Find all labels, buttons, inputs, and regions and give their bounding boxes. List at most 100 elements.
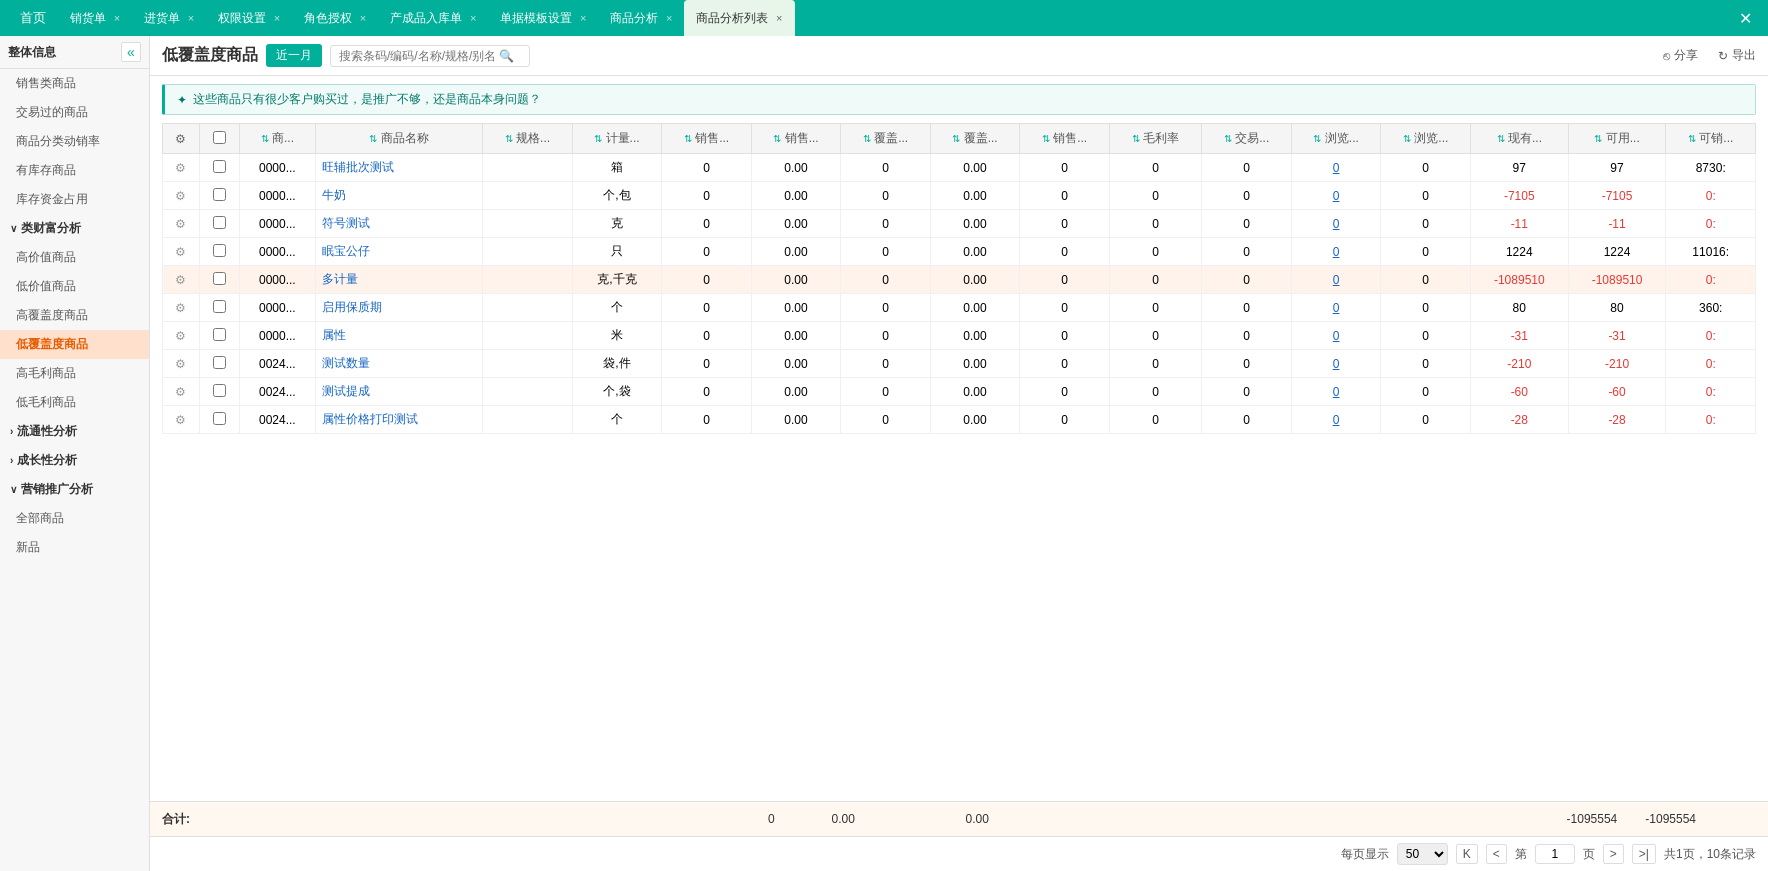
nav-analysis-list[interactable]: 商品分析列表 × (684, 0, 794, 36)
nav-home[interactable]: 首页 (8, 0, 58, 36)
sidebar-item-high-coverage[interactable]: 高覆盖度商品 (0, 301, 149, 330)
nav-close-roles[interactable]: × (360, 12, 366, 24)
first-page-button[interactable]: K (1456, 844, 1478, 864)
row-settings-7[interactable]: ⚙ (163, 350, 200, 378)
nav-close-analysis-list[interactable]: × (776, 12, 782, 24)
per-page-select[interactable]: 50 20 100 (1397, 843, 1448, 865)
sidebar-group-liquidity[interactable]: › 流通性分析 (0, 417, 149, 446)
row-checkbox-4[interactable] (199, 266, 239, 294)
page-number-input[interactable] (1535, 844, 1575, 864)
row-settings-0[interactable]: ⚙ (163, 154, 200, 182)
export-action[interactable]: ↻ 导出 (1718, 47, 1756, 64)
row-name-3[interactable]: 眠宝公仔 (315, 238, 482, 266)
col-sales3[interactable]: ⇅ 销售... (1020, 124, 1110, 154)
row-settings-5[interactable]: ⚙ (163, 294, 200, 322)
row-settings-3[interactable]: ⚙ (163, 238, 200, 266)
window-close-button[interactable]: ✕ (1730, 3, 1760, 33)
row-settings-1[interactable]: ⚙ (163, 182, 200, 210)
sidebar-item-category-rate[interactable]: 商品分类动销率 (0, 127, 149, 156)
col-cover2[interactable]: ⇅ 覆盖... (930, 124, 1020, 154)
row-settings-6[interactable]: ⚙ (163, 322, 200, 350)
row-browse1-8[interactable]: 0 (1291, 378, 1381, 406)
row-settings-8[interactable]: ⚙ (163, 378, 200, 406)
col-settings[interactable]: ⚙ (163, 124, 200, 154)
row-name-9[interactable]: 属性价格打印测试 (315, 406, 482, 434)
nav-sales[interactable]: 销货单 × (58, 0, 132, 36)
select-all-checkbox[interactable] (213, 131, 226, 144)
row-browse1-0[interactable]: 0 (1291, 154, 1381, 182)
row-name-5[interactable]: 启用保质期 (315, 294, 482, 322)
nav-analysis[interactable]: 商品分析 × (598, 0, 684, 36)
row-browse1-2[interactable]: 0 (1291, 210, 1381, 238)
sidebar-item-new-goods[interactable]: 新品 (0, 533, 149, 562)
row-name-7[interactable]: 测试数量 (315, 350, 482, 378)
row-browse1-4[interactable]: 0 (1291, 266, 1381, 294)
row-name-6[interactable]: 属性 (315, 322, 482, 350)
row-name-2[interactable]: 符号测试 (315, 210, 482, 238)
row-browse1-1[interactable]: 0 (1291, 182, 1381, 210)
nav-close-perms[interactable]: × (274, 12, 280, 24)
row-checkbox-5[interactable] (199, 294, 239, 322)
nav-close-purchase[interactable]: × (188, 12, 194, 24)
sidebar-item-capital[interactable]: 库存资金占用 (0, 185, 149, 214)
sidebar-item-all-goods[interactable]: 全部商品 (0, 504, 149, 533)
col-cover1[interactable]: ⇅ 覆盖... (841, 124, 931, 154)
nav-perms[interactable]: 权限设置 × (206, 0, 292, 36)
nav-close-template[interactable]: × (580, 12, 586, 24)
sidebar-item-high-margin[interactable]: 高毛利商品 (0, 359, 149, 388)
sidebar-group-growth[interactable]: › 成长性分析 (0, 446, 149, 475)
search-icon[interactable]: 🔍 (499, 49, 514, 63)
nav-product-stock[interactable]: 产成品入库单 × (378, 0, 488, 36)
row-checkbox-8[interactable] (199, 378, 239, 406)
col-trade[interactable]: ⇅ 交易... (1202, 124, 1292, 154)
col-code[interactable]: ⇅ 商... (239, 124, 315, 154)
nav-purchase[interactable]: 进货单 × (132, 0, 206, 36)
col-browse1[interactable]: ⇅ 浏览... (1291, 124, 1381, 154)
sidebar-item-low-value[interactable]: 低价值商品 (0, 272, 149, 301)
col-sales1[interactable]: ⇅ 销售... (662, 124, 752, 154)
last-page-button[interactable]: >| (1632, 844, 1656, 864)
sidebar-item-sales-goods[interactable]: 销售类商品 (0, 69, 149, 98)
row-browse1-5[interactable]: 0 (1291, 294, 1381, 322)
row-checkbox-2[interactable] (199, 210, 239, 238)
row-checkbox-0[interactable] (199, 154, 239, 182)
sidebar-item-stocked-goods[interactable]: 有库存商品 (0, 156, 149, 185)
row-name-8[interactable]: 测试提成 (315, 378, 482, 406)
search-input[interactable] (339, 49, 499, 63)
row-browse1-7[interactable]: 0 (1291, 350, 1381, 378)
sidebar-item-high-value[interactable]: 高价值商品 (0, 243, 149, 272)
row-checkbox-6[interactable] (199, 322, 239, 350)
col-spec[interactable]: ⇅ 规格... (483, 124, 573, 154)
col-sales2[interactable]: ⇅ 销售... (751, 124, 841, 154)
row-name-1[interactable]: 牛奶 (315, 182, 482, 210)
sidebar-group-wealth[interactable]: ∨ 类财富分析 (0, 214, 149, 243)
row-checkbox-9[interactable] (199, 406, 239, 434)
nav-template[interactable]: 单据模板设置 × (488, 0, 598, 36)
col-checkbox[interactable] (199, 124, 239, 154)
col-browse2[interactable]: ⇅ 浏览... (1381, 124, 1471, 154)
row-checkbox-7[interactable] (199, 350, 239, 378)
share-action[interactable]: ⎋ 分享 (1663, 47, 1698, 64)
nav-close-sales[interactable]: × (114, 12, 120, 24)
row-browse1-3[interactable]: 0 (1291, 238, 1381, 266)
sidebar-item-low-margin[interactable]: 低毛利商品 (0, 388, 149, 417)
nav-close-product-stock[interactable]: × (470, 12, 476, 24)
sidebar-item-low-coverage[interactable]: 低覆盖度商品 (0, 330, 149, 359)
row-settings-2[interactable]: ⚙ (163, 210, 200, 238)
nav-close-analysis[interactable]: × (666, 12, 672, 24)
sidebar-collapse-button[interactable]: « (121, 42, 141, 62)
col-name[interactable]: ⇅ 商品名称 (315, 124, 482, 154)
col-margin[interactable]: ⇅ 毛利率 (1109, 124, 1202, 154)
next-page-button[interactable]: > (1603, 844, 1624, 864)
row-settings-4[interactable]: ⚙ (163, 266, 200, 294)
row-settings-9[interactable]: ⚙ (163, 406, 200, 434)
col-saleable[interactable]: ⇅ 可销... (1666, 124, 1756, 154)
sidebar-item-traded-goods[interactable]: 交易过的商品 (0, 98, 149, 127)
row-name-0[interactable]: 旺辅批次测试 (315, 154, 482, 182)
row-browse1-6[interactable]: 0 (1291, 322, 1381, 350)
col-available[interactable]: ⇅ 可用... (1568, 124, 1666, 154)
sidebar-group-marketing[interactable]: ∨ 营销推广分析 (0, 475, 149, 504)
prev-page-button[interactable]: < (1486, 844, 1507, 864)
col-unit[interactable]: ⇅ 计量... (572, 124, 662, 154)
row-checkbox-1[interactable] (199, 182, 239, 210)
